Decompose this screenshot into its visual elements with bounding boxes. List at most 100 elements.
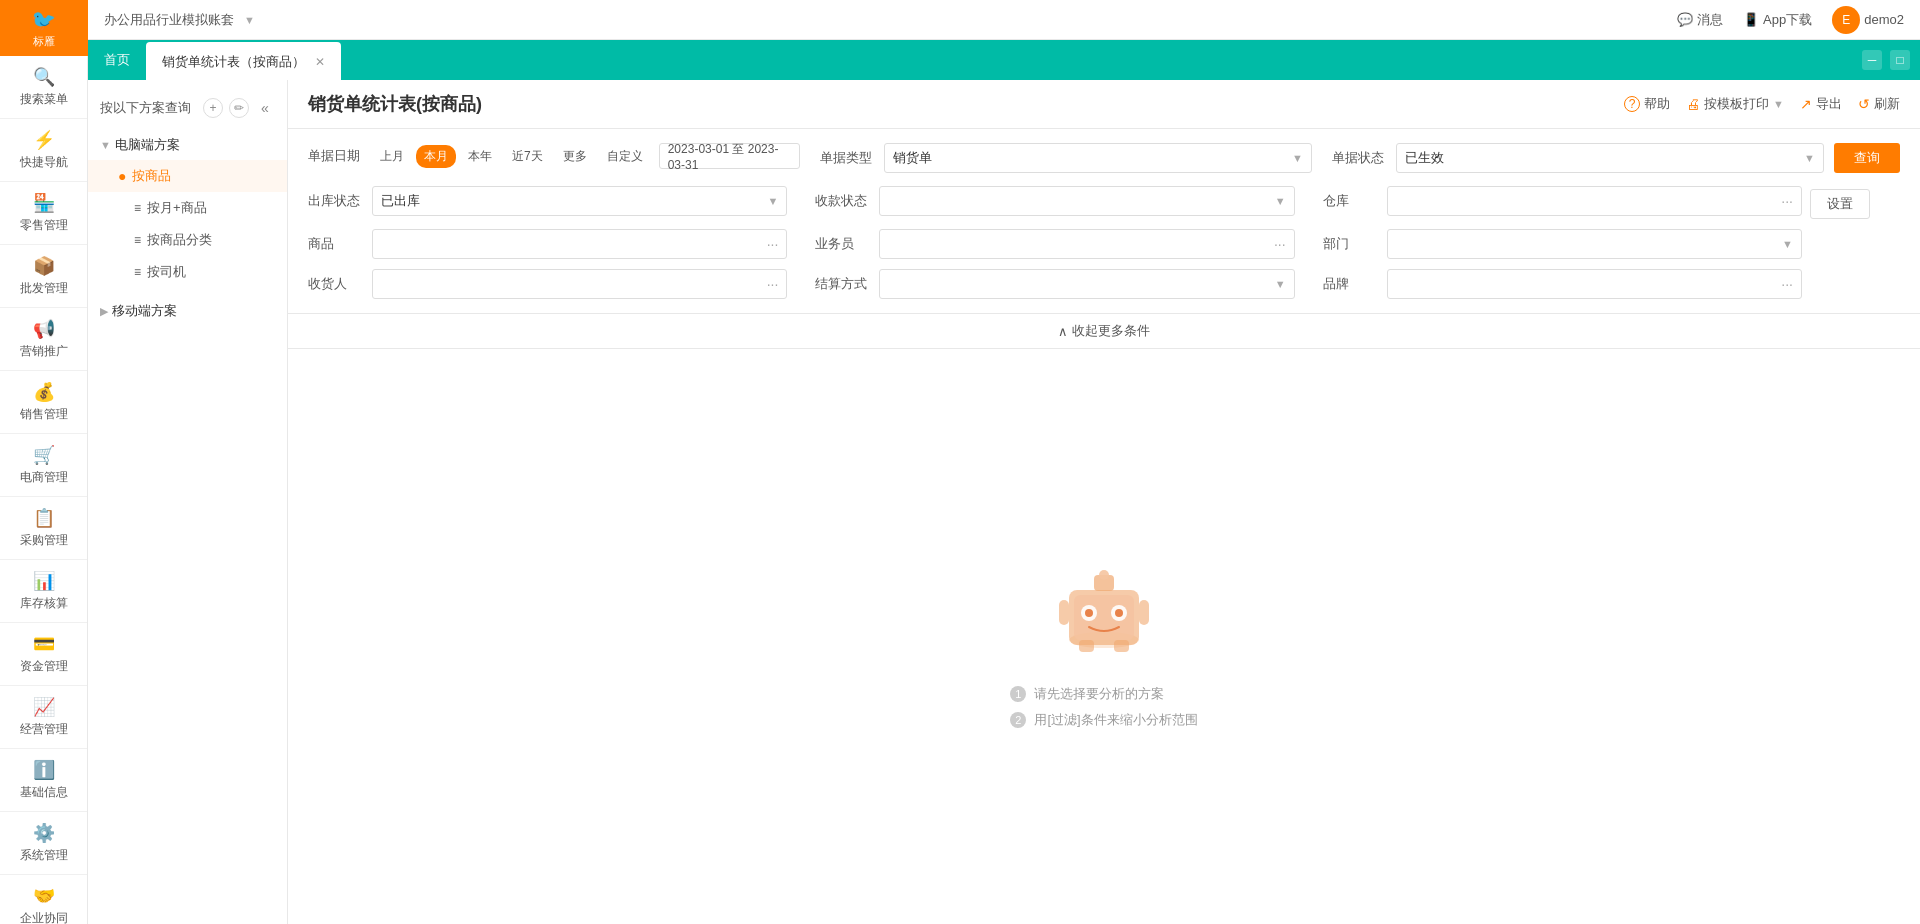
quick-nav-icon: ⚡ <box>33 129 55 151</box>
sidebar-item-purchase[interactable]: 📋 采购管理 <box>0 497 87 560</box>
scheme-group-mobile-header[interactable]: ▶ 移动端方案 <box>88 296 287 326</box>
sidebar-item-quick-nav[interactable]: ⚡ 快捷导航 <box>0 119 87 182</box>
doc-status-arrow-icon: ▼ <box>1804 152 1815 164</box>
top-bar-right: 💬 消息 📱 App下载 E demo2 <box>1677 6 1904 34</box>
last-month-btn[interactable]: 上月 <box>372 145 412 168</box>
left-panel-header: 按以下方案查询 + ✏ « <box>88 90 287 126</box>
message-icon: 💬 <box>1677 12 1693 27</box>
sidebar-item-label: 搜索菜单 <box>20 91 68 108</box>
sidebar-item-finance[interactable]: 💳 资金管理 <box>0 623 87 686</box>
sidebar-item-search[interactable]: 🔍 搜索菜单 <box>0 56 87 119</box>
sidebar-menu: 🔍 搜索菜单 ⚡ 快捷导航 🏪 零售管理 📦 批发管理 📢 营销推广 💰 销售管… <box>0 56 87 924</box>
warehouse-control[interactable]: ··· <box>1387 186 1802 216</box>
receipt-status-control[interactable]: ▼ <box>879 186 1294 216</box>
sidebar-item-sales[interactable]: 💰 销售管理 <box>0 371 87 434</box>
settlement-control[interactable]: ▼ <box>879 269 1294 299</box>
department-control[interactable]: ▼ <box>1387 229 1802 259</box>
page-header-right: ? 帮助 🖨 按模板打印 ▼ ↗ 导出 ↺ 刷新 <box>1624 95 1900 125</box>
scheme-item-by-goods[interactable]: ● 按商品 <box>88 160 287 192</box>
scheme-group-pc-header[interactable]: ▼ 电脑端方案 <box>88 130 287 160</box>
tab-bar-right: ─ □ <box>1862 50 1920 70</box>
maximize-icon: □ <box>1896 53 1903 67</box>
sidebar-item-wholesale[interactable]: 📦 批发管理 <box>0 245 87 308</box>
message-btn[interactable]: 💬 消息 <box>1677 11 1723 29</box>
custom-btn[interactable]: 自定义 <box>599 145 651 168</box>
warehouse-dots-icon: ··· <box>1781 193 1793 209</box>
refresh-icon: ↺ <box>1858 96 1870 112</box>
doc-type-control[interactable]: 销货单 ▼ <box>884 143 1312 173</box>
logo-text: 标雁 <box>33 34 55 49</box>
edit-scheme-btn[interactable]: ✏ <box>229 98 249 118</box>
tab-home[interactable]: 首页 <box>88 40 146 80</box>
empty-hint-1: 1 请先选择要分析的方案 <box>1010 685 1197 703</box>
list-icon: ≡ <box>134 233 141 247</box>
more-btn[interactable]: 更多 <box>555 145 595 168</box>
sidebar-item-label: 批发管理 <box>20 280 68 297</box>
settings-btn[interactable]: 设置 <box>1810 189 1870 219</box>
collapse-panel-btn[interactable]: « <box>255 98 275 118</box>
sidebar-item-retail[interactable]: 🏪 零售管理 <box>0 182 87 245</box>
this-month-btn[interactable]: 本月 <box>416 145 456 168</box>
enterprise-icon: 🤝 <box>33 885 55 907</box>
last-7-days-btn[interactable]: 近7天 <box>504 145 551 168</box>
doc-status-control[interactable]: 已生效 ▼ <box>1396 143 1824 173</box>
sidebar-item-inventory[interactable]: 📊 库存核算 <box>0 560 87 623</box>
salesperson-control[interactable]: ··· <box>879 229 1294 259</box>
svg-rect-11 <box>1079 640 1094 652</box>
hint-text-2: 用[过滤]条件来缩小分析范围 <box>1034 711 1197 729</box>
sidebar-item-marketing[interactable]: 📢 营销推广 <box>0 308 87 371</box>
empty-robot-svg <box>1044 545 1164 665</box>
sidebar-item-operations[interactable]: 📈 经营管理 <box>0 686 87 749</box>
message-label: 消息 <box>1697 11 1723 29</box>
help-btn[interactable]: ? 帮助 <box>1624 95 1670 113</box>
scheme-item-by-category[interactable]: ≡ 按商品分类 <box>88 224 287 256</box>
wholesale-icon: 📦 <box>33 255 55 277</box>
sidebar-item-system[interactable]: ⚙️ 系统管理 <box>0 812 87 875</box>
brand-label: 品牌 <box>1323 275 1379 293</box>
empty-illustration <box>1044 545 1164 665</box>
hint-text-1: 请先选择要分析的方案 <box>1034 685 1164 703</box>
user-area[interactable]: E demo2 <box>1832 6 1904 34</box>
user-name: demo2 <box>1864 12 1904 27</box>
query-area: 查询 <box>1824 143 1900 173</box>
sidebar-item-ecommerce[interactable]: 🛒 电商管理 <box>0 434 87 497</box>
print-label: 按模板打印 <box>1704 95 1769 113</box>
svg-rect-10 <box>1139 600 1149 625</box>
doc-status-label: 单据状态 <box>1332 149 1388 167</box>
scheme-item-by-cashier[interactable]: ≡ 按司机 <box>88 256 287 288</box>
goods-control[interactable]: ··· <box>372 229 787 259</box>
out-status-control[interactable]: 已出库 ▼ <box>372 186 787 216</box>
brand-control[interactable]: ··· <box>1387 269 1802 299</box>
sidebar-item-enterprise[interactable]: 🤝 企业协同 <box>0 875 87 924</box>
tab-close-icon[interactable]: ✕ <box>315 55 325 69</box>
settings-placeholder: 设置 <box>1810 183 1900 219</box>
scheme-item-by-month-goods[interactable]: ≡ 按月+商品 <box>88 192 287 224</box>
basics-icon: ℹ️ <box>33 759 55 781</box>
sidebar-item-label: 基础信息 <box>20 784 68 801</box>
app-download-btn[interactable]: 📱 App下载 <box>1743 11 1812 29</box>
receiver-control[interactable]: ··· <box>372 269 787 299</box>
collapse-row[interactable]: ∧ 收起更多条件 <box>288 314 1920 349</box>
export-btn[interactable]: ↗ 导出 <box>1800 95 1842 113</box>
circle-icon: ● <box>118 168 126 184</box>
sidebar-item-basics[interactable]: ℹ️ 基础信息 <box>0 749 87 812</box>
this-year-btn[interactable]: 本年 <box>460 145 500 168</box>
tab-maximize-btn[interactable]: □ <box>1890 50 1910 70</box>
department-label: 部门 <box>1323 235 1379 253</box>
hint-num-2: 2 <box>1010 712 1026 728</box>
sidebar-item-label: 销售管理 <box>20 406 68 423</box>
salesperson-label: 业务员 <box>815 235 871 253</box>
search-icon: 🔍 <box>33 66 55 88</box>
tab-minimize-btn[interactable]: ─ <box>1862 50 1882 70</box>
edit-icon: ✏ <box>234 101 244 115</box>
logo: 🐦 标雁 <box>0 0 88 56</box>
empty-text: 1 请先选择要分析的方案 2 用[过滤]条件来缩小分析范围 <box>1010 685 1197 729</box>
add-scheme-btn[interactable]: + <box>203 98 223 118</box>
refresh-btn[interactable]: ↺ 刷新 <box>1858 95 1900 113</box>
tab-report[interactable]: 销货单统计表（按商品） ✕ <box>146 42 341 82</box>
svg-rect-12 <box>1114 640 1129 652</box>
query-btn[interactable]: 查询 <box>1834 143 1900 173</box>
print-btn[interactable]: 🖨 按模板打印 ▼ <box>1686 95 1784 113</box>
export-icon: ↗ <box>1800 96 1812 112</box>
scheme-group-mobile: ▶ 移动端方案 <box>88 292 287 330</box>
